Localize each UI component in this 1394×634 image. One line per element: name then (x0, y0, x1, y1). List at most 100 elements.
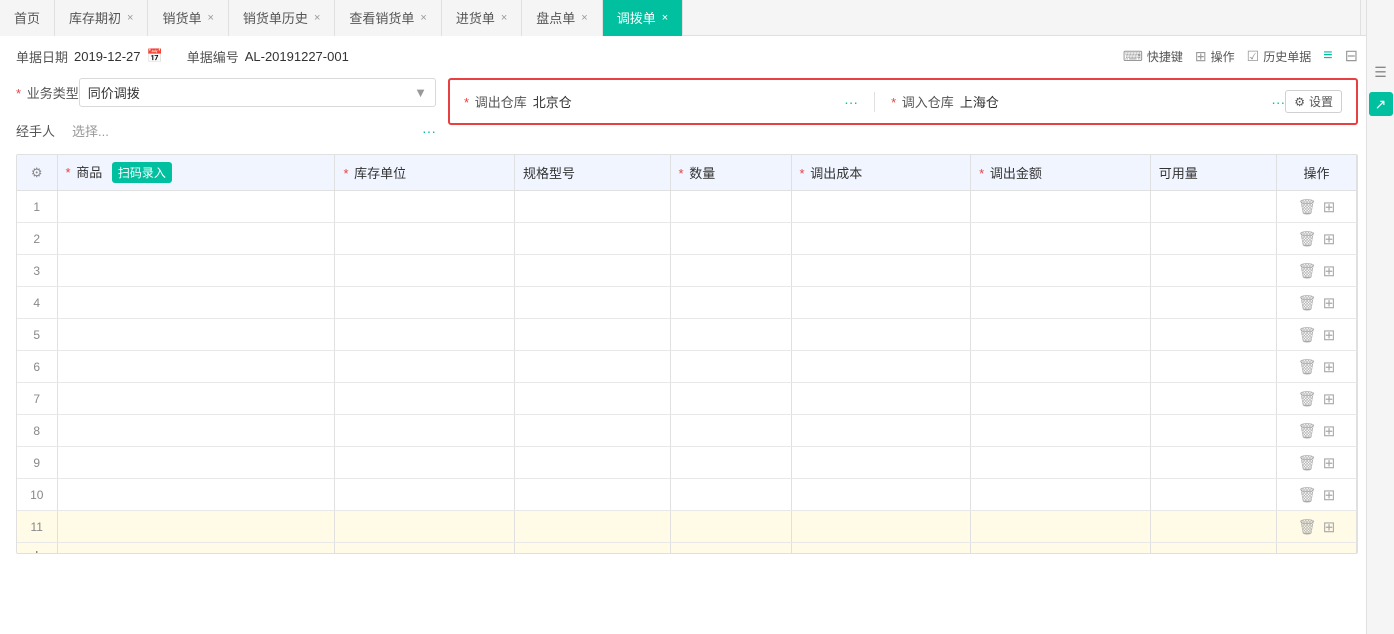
cell-unit[interactable] (335, 223, 515, 255)
cell-spec[interactable] (515, 511, 671, 543)
cell-unit[interactable] (335, 479, 515, 511)
calendar-icon[interactable]: 📅 (147, 48, 163, 64)
cell-available[interactable] (1150, 511, 1276, 543)
cell-spec[interactable] (515, 191, 671, 223)
cell-cost[interactable] (791, 415, 971, 447)
tab-sales-order[interactable]: 销货单 × (148, 0, 228, 36)
cell-spec[interactable] (515, 383, 671, 415)
scan-button[interactable]: 扫码录入 (112, 162, 172, 183)
tab-inventory-check[interactable]: 盘点单 × (522, 0, 602, 36)
cell-spec[interactable] (515, 479, 671, 511)
cell-product[interactable] (57, 383, 335, 415)
cell-product[interactable] (57, 287, 335, 319)
copy-row-btn[interactable]: ⊞ (1323, 230, 1336, 248)
cell-product[interactable] (57, 447, 335, 479)
cell-quantity[interactable] (670, 479, 791, 511)
cell-quantity[interactable] (670, 447, 791, 479)
table-settings-gear-icon[interactable]: ⚙ (31, 165, 43, 180)
cell-quantity[interactable] (670, 255, 791, 287)
handler-input[interactable]: 选择... (72, 117, 414, 144)
cell-product[interactable] (57, 255, 335, 287)
business-type-select[interactable]: 同价调拨 ▼ (79, 78, 436, 107)
cell-unit[interactable] (335, 287, 515, 319)
copy-row-btn[interactable]: ⊞ (1323, 486, 1336, 504)
sidebar-export-icon[interactable]: ↗ (1369, 92, 1393, 116)
cell-cost[interactable] (791, 287, 971, 319)
cell-available[interactable] (1150, 255, 1276, 287)
handler-more-btn[interactable]: ··· (422, 123, 436, 139)
delete-row-btn[interactable]: 🗑 (1298, 390, 1317, 408)
cell-unit[interactable] (335, 351, 515, 383)
cell-available[interactable] (1150, 479, 1276, 511)
cell-available[interactable] (1150, 287, 1276, 319)
delete-row-btn[interactable]: 🗑 (1298, 262, 1317, 280)
copy-row-btn[interactable]: ⊞ (1323, 518, 1336, 536)
cell-quantity[interactable] (670, 191, 791, 223)
cell-quantity[interactable] (670, 383, 791, 415)
delete-row-btn[interactable]: 🗑 (1298, 486, 1317, 504)
cell-unit[interactable] (335, 319, 515, 351)
cell-cost[interactable] (791, 447, 971, 479)
delete-row-btn[interactable]: 🗑 (1298, 358, 1317, 376)
cell-unit[interactable] (335, 255, 515, 287)
delete-row-btn[interactable]: 🗑 (1298, 294, 1317, 312)
cell-cost[interactable] (791, 223, 971, 255)
cell-unit[interactable] (335, 511, 515, 543)
th-settings[interactable]: ⚙ (17, 155, 57, 191)
cell-cost[interactable] (791, 383, 971, 415)
copy-row-btn[interactable]: ⊞ (1323, 358, 1336, 376)
tab-view-sales-close[interactable]: × (420, 12, 426, 24)
cell-unit[interactable] (335, 415, 515, 447)
copy-row-btn[interactable]: ⊞ (1323, 262, 1336, 280)
cell-available[interactable] (1150, 351, 1276, 383)
delete-row-btn[interactable]: 🗑 (1298, 454, 1317, 472)
cell-quantity[interactable] (670, 319, 791, 351)
tab-view-sales[interactable]: 查看销货单 × (335, 0, 441, 36)
copy-row-btn[interactable]: ⊞ (1323, 326, 1336, 344)
cell-spec[interactable] (515, 287, 671, 319)
tab-sales-history[interactable]: 销货单历史 × (229, 0, 335, 36)
cell-quantity[interactable] (670, 287, 791, 319)
cell-amount[interactable] (971, 223, 1151, 255)
cell-spec[interactable] (515, 255, 671, 287)
cell-amount[interactable] (971, 447, 1151, 479)
tab-transfer[interactable]: 调拨单 × (603, 0, 683, 36)
tab-sales-history-close[interactable]: × (314, 12, 320, 24)
cell-product[interactable] (57, 351, 335, 383)
tab-home[interactable]: 首页 (0, 0, 55, 36)
cell-available[interactable] (1150, 191, 1276, 223)
cell-amount[interactable] (971, 415, 1151, 447)
cell-cost[interactable] (791, 351, 971, 383)
cell-spec[interactable] (515, 319, 671, 351)
cell-available[interactable] (1150, 319, 1276, 351)
cell-amount[interactable] (971, 287, 1151, 319)
cell-amount[interactable] (971, 511, 1151, 543)
cell-quantity[interactable] (670, 351, 791, 383)
cell-amount[interactable] (971, 383, 1151, 415)
cell-cost[interactable] (791, 191, 971, 223)
cell-amount[interactable] (971, 191, 1151, 223)
cell-available[interactable] (1150, 223, 1276, 255)
cell-product[interactable] (57, 191, 335, 223)
settings-btn[interactable]: ⚙ 设置 (1285, 90, 1342, 113)
history-btn[interactable]: ☑ 历史单据 (1247, 48, 1312, 65)
cell-product[interactable] (57, 319, 335, 351)
cell-spec[interactable] (515, 415, 671, 447)
copy-row-btn[interactable]: ⊞ (1323, 390, 1336, 408)
delete-row-btn[interactable]: 🗑 (1298, 422, 1317, 440)
cell-amount[interactable] (971, 319, 1151, 351)
cell-available[interactable] (1150, 383, 1276, 415)
layout-grid-icon[interactable]: ⊟ (1345, 46, 1358, 66)
shortcuts-btn[interactable]: ⌨ 快捷键 (1123, 48, 1183, 65)
cell-cost[interactable] (791, 511, 971, 543)
tab-inventory-check-close[interactable]: × (581, 12, 587, 24)
copy-row-btn[interactable]: ⊞ (1323, 454, 1336, 472)
delete-row-btn[interactable]: 🗑 (1298, 326, 1317, 344)
cell-quantity[interactable] (670, 511, 791, 543)
cell-available[interactable] (1150, 447, 1276, 479)
transfer-in-more-btn[interactable]: ··· (1271, 94, 1285, 110)
delete-row-btn[interactable]: 🗑 (1298, 198, 1317, 216)
cell-amount[interactable] (971, 255, 1151, 287)
cell-product[interactable] (57, 415, 335, 447)
cell-quantity[interactable] (670, 223, 791, 255)
